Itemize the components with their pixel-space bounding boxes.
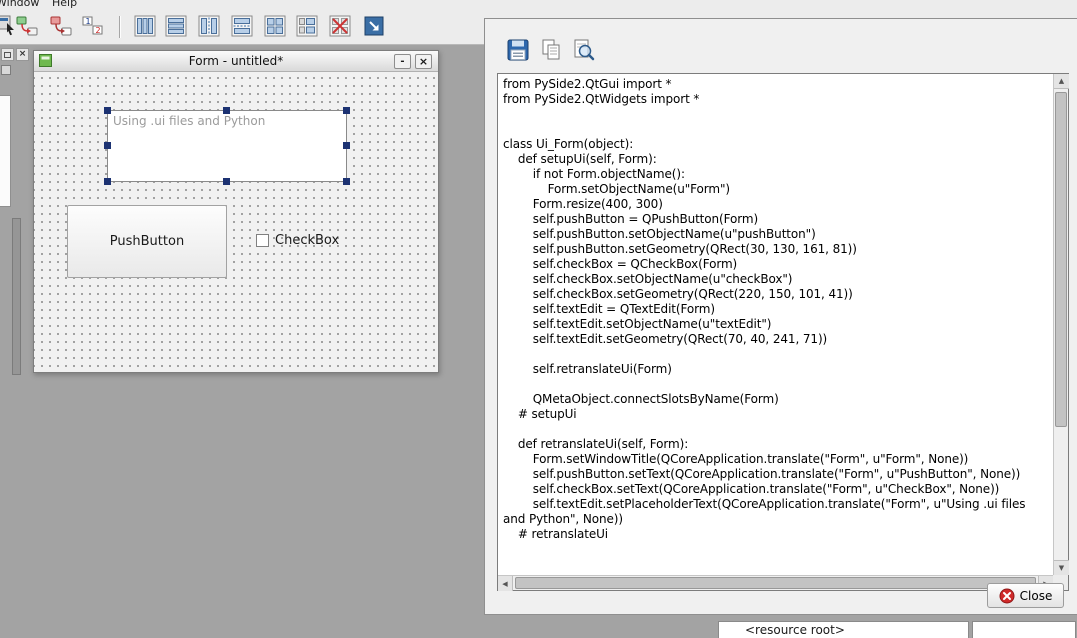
float-icon (4, 52, 11, 58)
selection-handle[interactable] (343, 142, 350, 149)
scroll-left-arrow[interactable]: ◀ (498, 576, 513, 591)
dock-icon (1, 65, 11, 75)
lay-out-in-grid-icon[interactable] (262, 13, 288, 39)
generated-code: from PySide2.QtGui import * from PySide2… (499, 75, 1052, 574)
textedit-placeholder: Using .ui files and Python (108, 111, 346, 131)
checkbox-widget[interactable]: CheckBox (256, 233, 339, 248)
dock-float-button[interactable] (1, 48, 14, 61)
menu-item-window[interactable]: Window (0, 0, 39, 9)
svg-text:2: 2 (96, 26, 101, 35)
resource-root-item[interactable]: <resource root> (745, 623, 845, 637)
selection-handle[interactable] (104, 107, 111, 114)
edit-tab-order-icon[interactable]: 12 (80, 13, 106, 39)
lay-out-vertically-icon[interactable] (163, 13, 189, 39)
close-icon: × (19, 50, 27, 59)
close-button[interactable]: × (415, 54, 432, 69)
left-panel-scrollbar[interactable] (12, 218, 21, 375)
save-icon[interactable] (505, 37, 531, 63)
scroll-down-arrow[interactable]: ▼ (1054, 560, 1069, 575)
qt-designer-screen: { "menu_bar": { "items": [ { "label": "W… (0, 0, 1077, 638)
selection-handle[interactable] (343, 107, 350, 114)
code-text-area[interactable]: from PySide2.QtGui import * from PySide2… (497, 73, 1069, 591)
resource-detail-panel (972, 621, 1076, 638)
horizontal-scrollbar[interactable]: ◀ ▶ (498, 575, 1053, 590)
textedit-widget[interactable]: Using .ui files and Python (107, 110, 347, 182)
menu-item-help[interactable]: Help (52, 0, 77, 9)
close-button-label: Close (1020, 589, 1053, 603)
checkbox-indicator[interactable] (256, 234, 269, 247)
form-canvas[interactable]: Using .ui files and Python PushButton Ch… (34, 72, 438, 372)
form-window-titlebar[interactable]: Form - untitled* - × (34, 51, 438, 72)
copy-icon[interactable] (539, 37, 565, 63)
find-icon[interactable] (571, 37, 597, 63)
selection-handle[interactable] (104, 178, 111, 185)
lay-out-horizontally-in-splitter-icon[interactable] (196, 13, 222, 39)
form-window-title: Form - untitled* (34, 54, 438, 68)
break-layout-icon[interactable] (327, 13, 353, 39)
selection-handle[interactable] (343, 178, 350, 185)
close-circle-icon (999, 588, 1015, 604)
menu-bar: Window Help (0, 0, 1077, 9)
selection-handle[interactable] (223, 107, 230, 114)
minimize-button[interactable]: - (394, 54, 411, 69)
edit-signals-slots-icon[interactable] (14, 13, 40, 39)
vertical-scrollbar-thumb[interactable] (1055, 92, 1067, 427)
selection-handle[interactable] (104, 142, 111, 149)
lay-out-vertically-in-splitter-icon[interactable] (229, 13, 255, 39)
horizontal-scrollbar-thumb[interactable] (515, 577, 1036, 589)
toolbar-separator (119, 16, 121, 38)
code-preview-window: from PySide2.QtGui import * from PySide2… (484, 18, 1077, 615)
svg-text:1: 1 (86, 17, 91, 26)
dock-close-button[interactable]: × (16, 48, 29, 61)
adjust-size-icon[interactable] (361, 13, 387, 39)
selection-handle[interactable] (223, 178, 230, 185)
lay-out-horizontally-icon[interactable] (132, 13, 158, 39)
dialog-close-button[interactable]: Close (987, 583, 1064, 608)
checkbox-label: CheckBox (275, 233, 339, 248)
edit-buddies-icon[interactable] (48, 13, 74, 39)
pushbutton-widget[interactable]: PushButton (67, 205, 227, 278)
widget-box-panel (0, 95, 11, 207)
vertical-scrollbar[interactable]: ▲ ▼ (1053, 74, 1068, 575)
scroll-up-arrow[interactable]: ▲ (1054, 74, 1069, 89)
lay-out-in-form-layout-icon[interactable] (294, 13, 320, 39)
form-editor-window: Form - untitled* - × Using .ui files and… (33, 50, 439, 373)
resource-browser-panel: <resource root> (718, 621, 969, 638)
